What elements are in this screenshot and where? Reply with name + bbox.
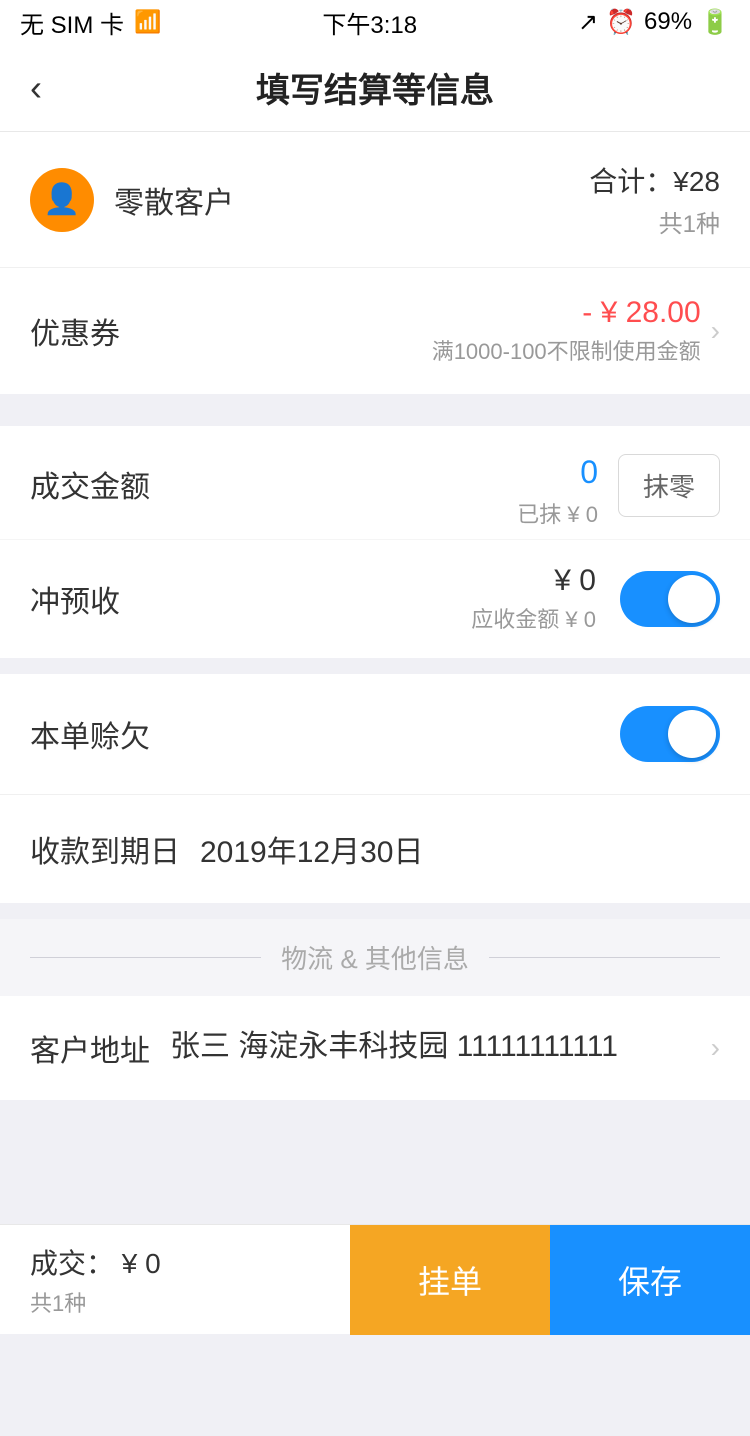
prepay-label: 冲预收 <box>30 577 120 621</box>
due-date-row: 收款到期日 2019年12月30日 <box>0 794 750 903</box>
debt-toggle[interactable] <box>620 706 720 762</box>
customer-total: 合计：¥28 <box>589 160 720 200</box>
coupon-info: - ¥ 28.00 满1000-100不限制使用金额 <box>432 296 701 366</box>
debt-label: 本单赊欠 <box>30 712 150 756</box>
customer-section: 👤 零散客户 合计：¥28 共1种 优惠券 - ¥ 28.00 满1000-10… <box>0 132 750 394</box>
back-button[interactable]: ‹ <box>30 67 42 109</box>
pending-button[interactable]: 挂单 <box>350 1225 550 1335</box>
customer-name: 零散客户 <box>114 178 234 222</box>
section-gap-2 <box>0 658 750 674</box>
bottom-summary-line2: 共1种 <box>30 1286 320 1318</box>
alarm-icon: ⏰ <box>606 8 636 37</box>
address-value: 张三 海淀永丰科技园 11111111111 <box>170 1026 711 1068</box>
debt-toggle-knob <box>668 710 716 758</box>
prepay-right: ¥ 0 应收金额 ¥ 0 <box>471 564 720 634</box>
coupon-amount: - ¥ 28.00 <box>432 296 701 330</box>
battery-text: 69% <box>644 8 692 36</box>
logistics-divider: 物流 & 其他信息 <box>0 919 750 996</box>
debt-row: 本单赊欠 <box>0 674 750 794</box>
toggle-knob <box>668 575 716 623</box>
transaction-label: 成交金额 <box>30 454 150 506</box>
due-date-value: 2019年12月30日 <box>200 827 423 871</box>
status-left: 无 SIM 卡 📶 <box>20 5 161 40</box>
save-button[interactable]: 保存 <box>550 1225 750 1335</box>
address-key: 客户地址 <box>30 1026 150 1070</box>
customer-avatar: 👤 <box>30 168 94 232</box>
status-right: ↗ ⏰ 69% 🔋 <box>578 8 730 37</box>
page-title: 填写结算等信息 <box>256 63 494 112</box>
address-row[interactable]: 客户地址 张三 海淀永丰科技园 11111111111 › <box>0 996 750 1100</box>
section-gap-1 <box>0 410 750 426</box>
prepay-amount: ¥ 0 <box>471 564 596 598</box>
coupon-row[interactable]: 优惠券 - ¥ 28.00 满1000-100不限制使用金额 › <box>0 268 750 394</box>
prepay-toggle[interactable] <box>620 571 720 627</box>
coupon-label: 优惠券 <box>30 309 120 353</box>
customer-row: 👤 零散客户 合计：¥28 共1种 <box>0 132 750 268</box>
location-icon: ↗ <box>578 8 598 37</box>
due-date-label: 收款到期日 <box>30 827 180 871</box>
logistics-label: 物流 & 其他信息 <box>281 939 469 976</box>
transaction-value-area: 0 已抹 ¥ 0 <box>517 454 598 529</box>
nav-bar: ‹ 填写结算等信息 <box>0 44 750 132</box>
section-gap-3 <box>0 903 750 919</box>
prepay-values: ¥ 0 应收金额 ¥ 0 <box>471 564 596 634</box>
transaction-sub: 已抹 ¥ 0 <box>517 497 598 529</box>
bottom-summary: 成交： ¥ 0 共1种 <box>0 1242 350 1318</box>
prepay-row: 冲预收 ¥ 0 应收金额 ¥ 0 <box>0 540 750 658</box>
no-sim-text: 无 SIM 卡 <box>20 5 124 40</box>
transaction-amount: 0 <box>517 454 598 491</box>
address-left: 客户地址 张三 海淀永丰科技园 11111111111 <box>30 1026 711 1070</box>
transaction-row: 成交金额 0 已抹 ¥ 0 抹零 <box>0 426 750 540</box>
transaction-section: 成交金额 0 已抹 ¥ 0 抹零 冲预收 ¥ 0 应收金额 ¥ 0 <box>0 426 750 658</box>
prepay-sub: 应收金额 ¥ 0 <box>471 602 596 634</box>
bottom-summary-line1: 成交： ¥ 0 <box>30 1242 320 1282</box>
address-section: 客户地址 张三 海淀永丰科技园 11111111111 › <box>0 996 750 1100</box>
customer-right: 合计：¥28 共1种 <box>589 160 720 239</box>
coupon-right: - ¥ 28.00 满1000-100不限制使用金额 › <box>432 296 720 366</box>
status-bar: 无 SIM 卡 📶 下午3:18 ↗ ⏰ 69% 🔋 <box>0 0 750 44</box>
debt-section: 本单赊欠 收款到期日 2019年12月30日 <box>0 674 750 903</box>
chevron-right-icon: › <box>711 315 720 347</box>
address-chevron-icon: › <box>711 1032 720 1064</box>
customer-count: 共1种 <box>589 204 720 239</box>
wifi-icon: 📶 <box>134 9 161 35</box>
status-time: 下午3:18 <box>322 5 417 40</box>
bottom-bar: 成交： ¥ 0 共1种 挂单 保存 <box>0 1224 750 1334</box>
round-zero-button[interactable]: 抹零 <box>618 454 720 517</box>
coupon-desc: 满1000-100不限制使用金额 <box>432 334 701 366</box>
person-icon: 👤 <box>43 182 80 217</box>
customer-left: 👤 零散客户 <box>30 168 234 232</box>
battery-icon: 🔋 <box>700 8 730 37</box>
transaction-right: 0 已抹 ¥ 0 抹零 <box>517 454 720 529</box>
